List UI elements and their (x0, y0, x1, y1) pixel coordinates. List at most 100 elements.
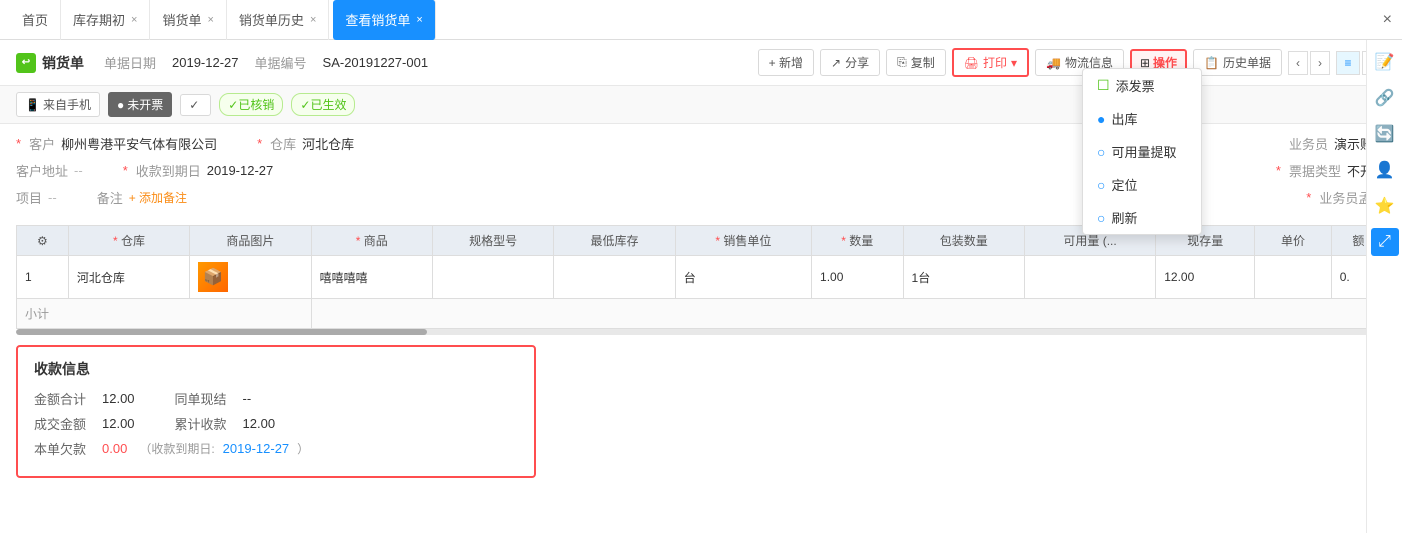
tab-bar-close-button[interactable]: × (1383, 11, 1392, 29)
employee-label: 业务员 (1289, 134, 1328, 153)
product-img-col-header: 商品图片 (190, 226, 311, 256)
sidebar-link-icon[interactable]: 🔗 (1371, 84, 1399, 112)
sidebar-expand-icon[interactable]: ⤢ (1371, 228, 1399, 256)
tab-inventory-init[interactable]: 库存期初 × (61, 0, 150, 40)
row-product[interactable]: 嘻嘻嘻嘻 (311, 256, 432, 299)
project-field: 项目 -- (16, 188, 57, 207)
truck-icon: 🚚 (1046, 56, 1061, 70)
transaction-field: 成交金额 12.00 (34, 414, 135, 433)
tab-home[interactable]: 首页 (10, 0, 61, 40)
phone-icon: 📱 (25, 98, 40, 112)
ticket-icon: ● (117, 98, 124, 112)
list-view-button[interactable]: ≡ (1336, 51, 1360, 75)
right-sidebar: 📝 🔗 🔄 👤 ⭐ ⤢ (1366, 40, 1402, 533)
tab-close-sales[interactable]: × (207, 14, 213, 26)
ticket-type-required-mark: * (1276, 163, 1281, 178)
unit-price-col-header: 单价 (1255, 226, 1332, 256)
outbound-item[interactable]: ● 出库 (1083, 102, 1201, 135)
unit-col-header: * 销售单位 (675, 226, 811, 256)
row-unit[interactable]: 台 (675, 256, 811, 299)
balance-value: 0.00 (102, 441, 127, 456)
tab-close-history[interactable]: × (310, 14, 316, 26)
new-button[interactable]: + 新增 (758, 49, 814, 76)
product-col-header: * 商品 (311, 226, 432, 256)
row-product-img: 📦 (190, 256, 311, 299)
subtotal-label: 小计 (17, 299, 312, 329)
total-amount-value: 12.00 (102, 391, 135, 406)
row-stock[interactable]: 12.00 (1156, 256, 1255, 299)
sidebar-star-icon[interactable]: ⭐ (1371, 192, 1399, 220)
copy-button[interactable]: ⎘ 复制 (886, 49, 946, 76)
date-label: 单据日期 (104, 53, 156, 72)
sidebar-edit-icon[interactable]: 📝 (1371, 48, 1399, 76)
settings-col-header[interactable]: ⚙ (17, 226, 69, 256)
effective-icon: ✓ (300, 98, 310, 112)
no-value: SA-20191227-001 (323, 55, 429, 70)
print-dropdown-icon: ▾ (1011, 56, 1017, 70)
add-note-button[interactable]: + 添加备注 (129, 189, 187, 206)
check-button[interactable]: ✓ (180, 94, 211, 116)
same-order-value: -- (243, 391, 252, 406)
sidebar-refresh-icon[interactable]: 🔄 (1371, 120, 1399, 148)
address-value[interactable]: -- (74, 163, 83, 178)
add-invoice-icon: ☐ (1097, 77, 1110, 94)
locate-item[interactable]: ○ 定位 (1083, 168, 1201, 201)
from-phone-button[interactable]: 📱 来自手机 (16, 92, 100, 117)
note-field: 备注 + 添加备注 (97, 188, 187, 207)
tab-close-view-sales[interactable]: × (416, 14, 422, 26)
nav-arrows: ‹ › (1288, 51, 1330, 75)
due-date-value[interactable]: 2019-12-27 (207, 163, 274, 178)
cumulative-value: 12.00 (243, 416, 276, 431)
tab-sales-history[interactable]: 销货单历史 × (227, 0, 329, 40)
total-amount-label: 金额合计 (34, 389, 94, 408)
same-order-label: 同单现结 (175, 389, 235, 408)
share-button[interactable]: ↗ 分享 (820, 49, 880, 76)
bottom-section: 收款信息 金额合计 12.00 同单现结 -- 成交金额 12.00 (0, 335, 1402, 488)
row-warehouse[interactable]: 河北仓库 (68, 256, 189, 299)
not-open-button[interactable]: ● 未开票 (108, 92, 172, 117)
doc-title: ↩ 销货单 (16, 53, 84, 73)
project-value[interactable]: -- (48, 190, 57, 205)
balance-label: 本单欠款 (34, 439, 94, 458)
row-unit-price[interactable] (1255, 256, 1332, 299)
add-invoice-item[interactable]: ☐ 添发票 (1083, 69, 1201, 102)
already-effective-badge: ✓ 已生效 (291, 93, 355, 116)
ticket-type-label: 票据类型 (1289, 161, 1341, 180)
row-model[interactable] (432, 256, 553, 299)
row-min-stock[interactable] (554, 256, 675, 299)
copy-icon: ⎘ (897, 55, 907, 70)
tab-sales-order[interactable]: 销货单 × (150, 0, 226, 40)
sidebar-user-icon[interactable]: 👤 (1371, 156, 1399, 184)
refresh-icon: ○ (1097, 210, 1105, 226)
pkg-qty-col-header: 包装数量 (903, 226, 1024, 256)
history-icon: 📋 (1204, 56, 1219, 70)
warehouse-label: 仓库 (270, 134, 296, 153)
row-pkg-qty[interactable]: 1台 (903, 256, 1024, 299)
due-date-required-mark: * (123, 163, 128, 178)
tab-view-sales[interactable]: 查看销货单 × (333, 0, 435, 40)
balance-field: 本单欠款 0.00 （收款到期日: 2019-12-27 ） (34, 439, 309, 458)
model-col-header: 规格型号 (432, 226, 553, 256)
total-amount-field: 金额合计 12.00 (34, 389, 135, 408)
address-label: 客户地址 (16, 161, 68, 180)
print-button[interactable]: 🖨 打印 ▾ (952, 48, 1029, 77)
print-icon: 🖨 (964, 56, 979, 70)
available-qty-item[interactable]: ○ 可用量提取 (1083, 135, 1201, 168)
qty-col-header: * 数量 (812, 226, 904, 256)
payment-row-1: 金额合计 12.00 同单现结 -- (34, 389, 518, 408)
row-qty[interactable]: 1.00 (812, 256, 904, 299)
prev-button[interactable]: ‹ (1288, 51, 1308, 75)
next-button[interactable]: › (1310, 51, 1330, 75)
available-qty-icon: ○ (1097, 144, 1105, 160)
transaction-label: 成交金额 (34, 414, 94, 433)
already-checked-badge: ✓ 已核销 (219, 93, 283, 116)
due-date-field: * 收款到期日 2019-12-27 (123, 161, 274, 180)
history-button[interactable]: 📋 历史单据 (1193, 49, 1282, 76)
cumulative-field: 累计收款 12.00 (175, 414, 276, 433)
refresh-item[interactable]: ○ 刷新 (1083, 201, 1201, 234)
warehouse-value[interactable]: 河北仓库 (302, 134, 354, 153)
row-available[interactable] (1024, 256, 1155, 299)
customer-value[interactable]: 柳州粤港平安气体有限公司 (61, 134, 217, 153)
share-icon: ↗ (831, 56, 841, 70)
tab-close-inventory[interactable]: × (131, 14, 137, 26)
